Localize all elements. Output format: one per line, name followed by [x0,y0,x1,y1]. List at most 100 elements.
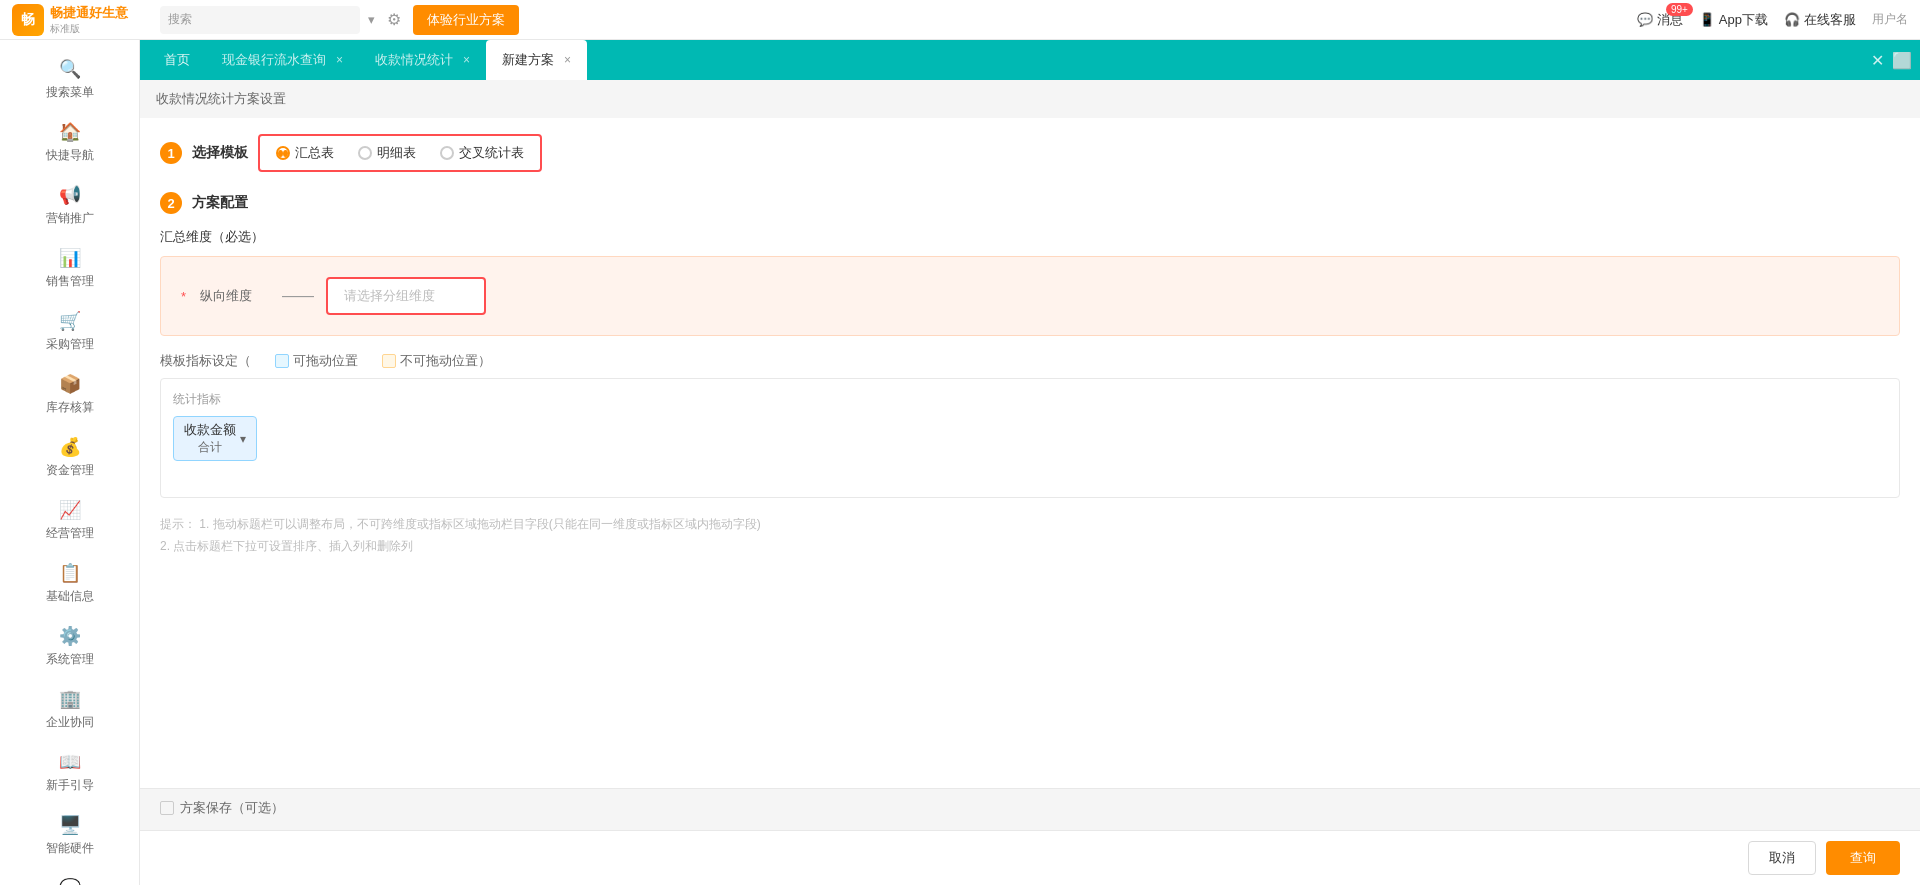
username-text: 用户名 [1872,12,1908,26]
sidebar-item-label: 销售管理 [46,273,94,290]
logo-abbr: 畅 [21,11,35,29]
draggable-hint: 可拖动位置 [275,352,358,370]
marketing-icon: 📢 [59,184,81,206]
operations-icon: 📈 [59,499,81,521]
required-mark: * [181,289,186,304]
header-right-area: 💬 消息 99+ 📱 App下载 🎧 在线客服 用户名 [1637,11,1908,29]
settings-icon[interactable]: ⚙ [387,10,401,29]
search-menu-icon: 🔍 [59,58,81,80]
draggable-label: 可拖动位置 [293,352,358,370]
form-container: 1 选择模板 汇总表 明细表 [140,118,1920,788]
tab-maximize-icon[interactable]: ⬜ [1892,51,1912,70]
online-service-button[interactable]: 🎧 在线客服 [1784,11,1856,29]
dimension-row: * 纵向维度 —— 请选择分组维度 [181,277,1879,315]
inventory-icon: 📦 [59,373,81,395]
sidebar-item-operations[interactable]: 📈 经营管理 [0,489,139,552]
sidebar-item-system[interactable]: ⚙️ 系统管理 [0,615,139,678]
message-button[interactable]: 💬 消息 99+ [1637,11,1683,29]
tab-new-plan-label: 新建方案 [502,51,554,69]
radio-summary[interactable]: 汇总表 [276,144,334,162]
main-wrapper: 🔍 搜索菜单 🏠 快捷导航 📢 营销推广 📊 销售管理 🛒 采购管理 📦 库存核… [0,40,1920,885]
trial-button[interactable]: 体验行业方案 [413,5,519,35]
radio-cross-label: 交叉统计表 [459,144,524,162]
content-area: 首页 现金银行流水查询 × 收款情况统计 × 新建方案 × ✕ ⬜ [140,40,1920,885]
radio-detail-label: 明细表 [377,144,416,162]
cancel-button[interactable]: 取消 [1748,841,1816,875]
edition-badge: 标准版 [50,22,128,36]
metric-tag-sub: 合计 [198,439,222,456]
tab-collection[interactable]: 收款情况统计 × [359,40,486,80]
page-content: 收款情况统计方案设置 1 选择模板 汇总表 [140,80,1920,830]
sidebar-item-label: 智能硬件 [46,840,94,857]
tab-collection-close[interactable]: × [463,53,470,67]
sidebar-item-label: 库存核算 [46,399,94,416]
tab-home[interactable]: 首页 [148,40,206,80]
sidebar-item-finance[interactable]: 💰 资金管理 [0,426,139,489]
radio-detail[interactable]: 明细表 [358,144,416,162]
sidebar-item-label: 快捷导航 [46,147,94,164]
header-search-box[interactable]: 搜索 [160,6,360,34]
step2-section: 2 方案配置 汇总维度（必选） * 纵向维度 —— 请选择分组维度 [160,192,1900,557]
radio-detail-circle [358,146,372,160]
download-icon: 📱 [1699,12,1715,27]
tab-close-icon[interactable]: ✕ [1871,51,1884,70]
metrics-area: 统计指标 收款金额 合计 ▾ [160,378,1900,498]
sidebar-item-collab[interactable]: 🏢 企业协同 [0,678,139,741]
tab-cashflow[interactable]: 现金银行流水查询 × [206,40,359,80]
tab-home-label: 首页 [164,51,190,69]
tab-new-plan[interactable]: 新建方案 × [486,40,587,80]
sidebar-item-basic-info[interactable]: 📋 基础信息 [0,552,139,615]
tab-cashflow-close[interactable]: × [336,53,343,67]
sidebar-item-marketing[interactable]: 📢 营销推广 [0,174,139,237]
wechat-icon: 💬 [59,877,81,885]
metric-tag-revenue[interactable]: 收款金额 合计 ▾ [173,416,257,461]
dropdown-arrow-icon[interactable]: ▾ [368,12,375,27]
sidebar-item-sales[interactable]: 📊 销售管理 [0,237,139,300]
step1-section: 1 选择模板 汇总表 明细表 [160,134,1900,172]
non-draggable-label: 不可拖动位置） [400,352,491,370]
sidebar-item-home[interactable]: 🏠 快捷导航 [0,111,139,174]
app-download-button[interactable]: 📱 App下载 [1699,11,1768,29]
save-option[interactable]: 方案保存（可选） [160,799,284,817]
query-button[interactable]: 查询 [1826,841,1900,875]
page-footer: 方案保存（可选） [140,788,1920,827]
sidebar-item-purchase[interactable]: 🛒 采购管理 [0,300,139,363]
tip-1: 提示： 1. 拖动标题栏可以调整布局，不可跨维度或指标区域拖动栏目字段(只能在同… [160,514,1900,536]
template-selection-box: 汇总表 明细表 交叉统计表 [258,134,542,172]
sidebar-item-guide[interactable]: 📖 新手引导 [0,741,139,804]
hardware-icon: 🖥️ [59,814,81,836]
arrow-icon: —— [282,287,314,305]
metrics-header: 模板指标设定（ 可拖动位置 不可拖动位置） [160,352,1900,370]
app-name: 畅捷通好生意 [50,4,128,22]
logo-area: 畅 畅捷通好生意 标准版 [12,4,152,36]
sidebar-item-label: 资金管理 [46,462,94,479]
radio-summary-circle [276,146,290,160]
message-badge: 99+ [1666,3,1693,16]
step2-num: 2 [160,192,182,214]
logo-text-area: 畅捷通好生意 标准版 [50,4,128,36]
step2-title: 方案配置 [192,194,248,212]
sidebar-item-inventory[interactable]: 📦 库存核算 [0,363,139,426]
guide-icon: 📖 [59,751,81,773]
save-checkbox[interactable] [160,801,174,815]
finance-icon: 💰 [59,436,81,458]
page-title: 收款情况统计方案设置 [156,91,286,106]
dimension-select[interactable]: 请选择分组维度 [326,277,486,315]
dimension-placeholder: 请选择分组维度 [344,288,435,303]
metric-chevron-icon[interactable]: ▾ [240,432,246,446]
step1-title: 选择模板 [192,144,248,162]
search-placeholder: 搜索 [168,11,192,28]
tips-section: 提示： 1. 拖动标题栏可以调整布局，不可跨维度或指标区域拖动栏目字段(只能在同… [160,514,1900,557]
sidebar-item-label: 基础信息 [46,588,94,605]
dimension-label: 纵向维度 [200,287,270,305]
system-icon: ⚙️ [59,625,81,647]
sidebar-item-hardware[interactable]: 🖥️ 智能硬件 [0,804,139,867]
tab-new-plan-close[interactable]: × [564,53,571,67]
user-info[interactable]: 用户名 [1872,11,1908,28]
dimension-title: 汇总维度（必选） [160,228,1900,246]
page-title-bar: 收款情况统计方案设置 [140,80,1920,118]
sidebar-item-wechat[interactable]: 💬 企业微信 [0,867,139,885]
sidebar-item-search[interactable]: 🔍 搜索菜单 [0,48,139,111]
radio-cross[interactable]: 交叉统计表 [440,144,524,162]
service-icon: 🎧 [1784,12,1800,27]
